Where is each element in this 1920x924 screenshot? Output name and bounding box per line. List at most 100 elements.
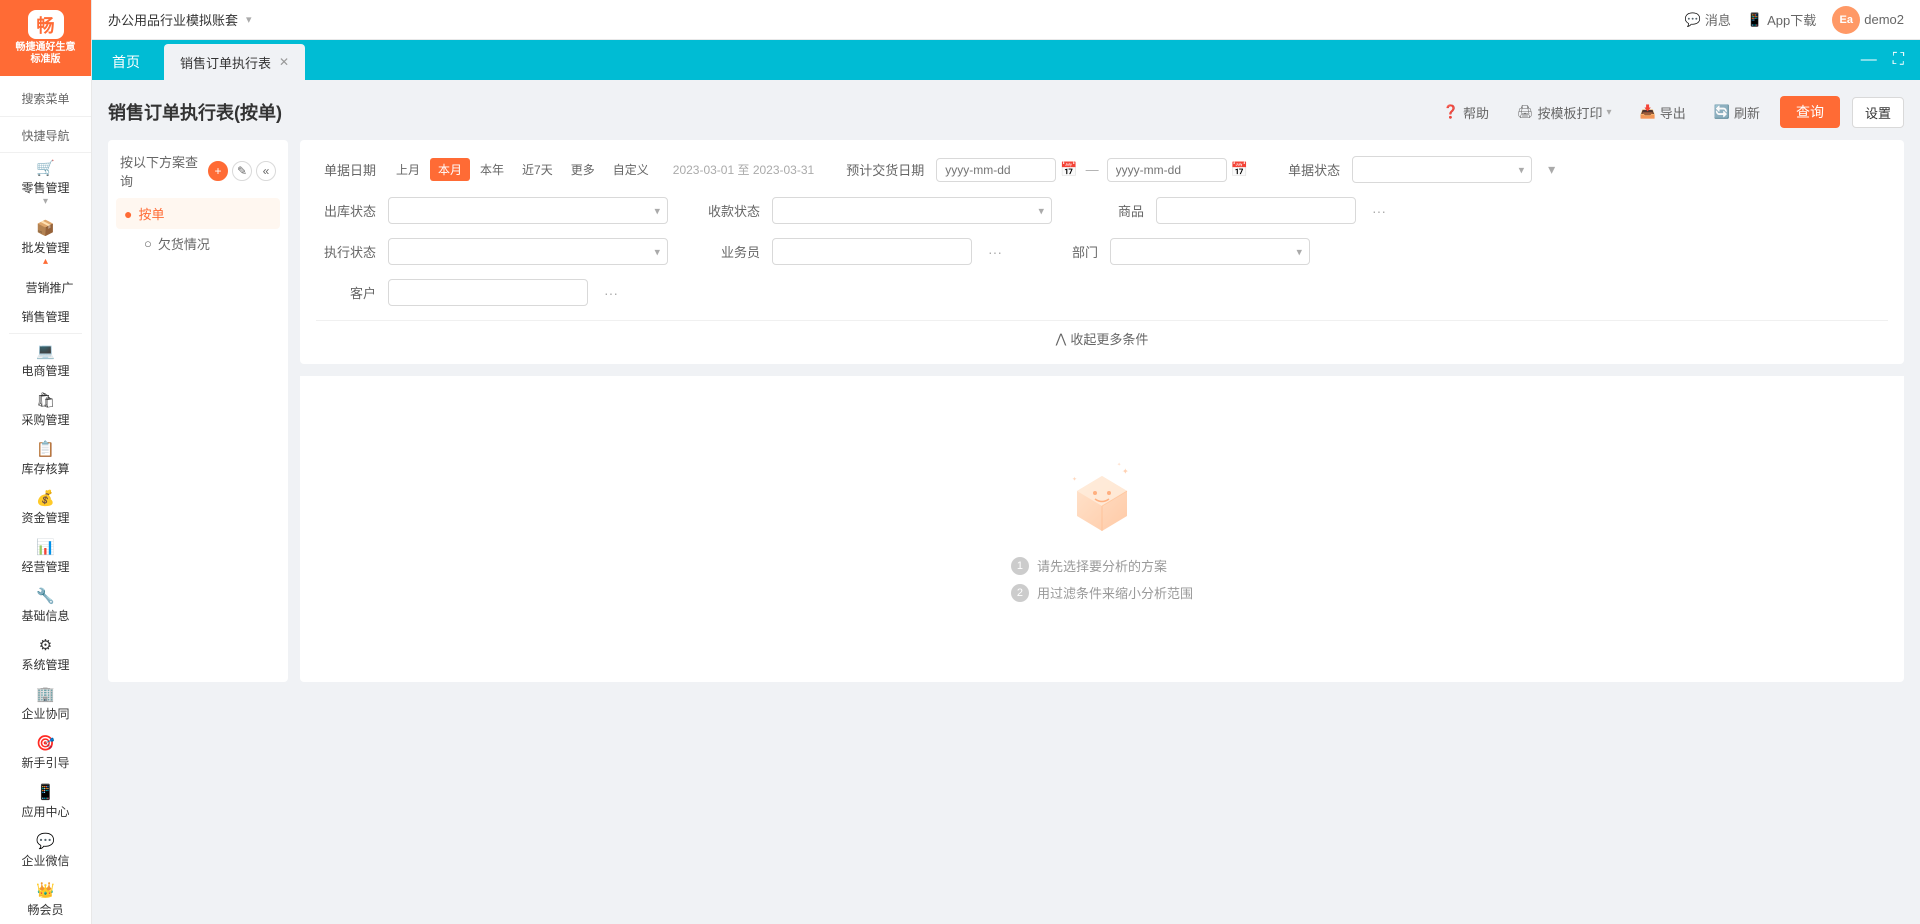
scheme-add-btn[interactable]: + bbox=[208, 161, 228, 181]
sidebar-item-wholesale[interactable]: 📦 批发管理 ▴ bbox=[0, 213, 91, 273]
sidebar-item-business[interactable]: 📊 经营管理 bbox=[0, 532, 91, 581]
collapse-btn[interactable]: ⋀ 收起更多条件 bbox=[316, 320, 1888, 348]
divider1 bbox=[9, 333, 82, 334]
wholesale-icon: 📦 bbox=[36, 219, 55, 237]
scheme-item-by-order[interactable]: ● 按单 bbox=[116, 198, 280, 229]
app-center-icon: 📱 bbox=[36, 783, 55, 801]
sidebar-item-enterprise[interactable]: 🏢 企业协同 bbox=[0, 679, 91, 728]
purchase-label: 采购管理 bbox=[21, 411, 69, 428]
refresh-label: 刷新 bbox=[1734, 103, 1760, 122]
date-tag-custom[interactable]: 自定义 bbox=[605, 158, 657, 181]
tip-text-1: 请先选择要分析的方案 bbox=[1037, 556, 1167, 575]
wholesale-label: 批发管理 bbox=[21, 239, 69, 256]
scheme-panel: 按以下方案查询 + ✎ « ● 按单 ○ 欠货情况 bbox=[108, 140, 288, 682]
salesman-input[interactable] bbox=[772, 238, 972, 265]
calendar-from-icon[interactable]: 📅 bbox=[1060, 161, 1077, 178]
topbar-dropdown-icon[interactable]: ▾ bbox=[246, 13, 252, 26]
out-status-select[interactable] bbox=[388, 197, 668, 224]
scheme-header: 按以下方案查询 + ✎ « bbox=[116, 152, 280, 190]
exec-status-select[interactable] bbox=[388, 238, 668, 265]
user-avatar: Ea bbox=[1832, 6, 1860, 34]
date-tag-this-year[interactable]: 本年 bbox=[472, 158, 512, 181]
app-download-btn[interactable]: 📱 App下载 bbox=[1747, 10, 1816, 29]
sidebar-item-inventory[interactable]: 📋 库存核算 bbox=[0, 434, 91, 483]
calendar-to-icon[interactable]: 📅 bbox=[1231, 161, 1248, 178]
filter-row-2: 出库状态 收款状态 商品 bbox=[316, 197, 1888, 224]
sidebar-item-finance[interactable]: 💰 资金管理 bbox=[0, 483, 91, 532]
sidebar-item-sales[interactable]: 销售管理 bbox=[0, 302, 91, 331]
member-icon: 👑 bbox=[36, 881, 55, 899]
sidebar-item-basic[interactable]: 🔧 基础信息 bbox=[0, 581, 91, 630]
app-center-label: 应用中心 bbox=[21, 803, 69, 820]
refresh-btn[interactable]: 🔄 刷新 bbox=[1706, 99, 1768, 126]
empty-tip-2: 2 用过滤条件来缩小分析范围 bbox=[1011, 583, 1193, 602]
page-actions: ❓ 帮助 🖨 按模板打印 ▾ 📥 导出 🔄 刷新 查询 bbox=[1435, 96, 1904, 128]
sidebar-item-member[interactable]: 👑 畅会员 bbox=[0, 875, 91, 924]
settings-btn[interactable]: 设置 bbox=[1852, 97, 1904, 128]
customer-input[interactable] bbox=[388, 279, 588, 306]
message-btn[interactable]: 💬 消息 bbox=[1685, 10, 1731, 29]
tab-maximize-btn[interactable]: ⛶ bbox=[1889, 47, 1908, 73]
enterprise-icon: 🏢 bbox=[36, 685, 55, 703]
customer-dots[interactable]: ··· bbox=[600, 283, 622, 303]
product-input[interactable] bbox=[1156, 197, 1356, 224]
scheme-sub-owe-goods[interactable]: ○ 欠货情况 bbox=[116, 229, 280, 258]
ecommerce-icon: 💻 bbox=[36, 342, 55, 360]
tab-minimize-btn[interactable]: — bbox=[1857, 47, 1881, 73]
page-title-bar: 销售订单执行表(按单) ❓ 帮助 🖨 按模板打印 ▾ 📥 导出 🔄 刷新 bbox=[108, 96, 1904, 128]
system-icon: ⚙ bbox=[39, 636, 52, 654]
single-status-select[interactable] bbox=[1352, 156, 1532, 183]
print-dropdown-icon: ▾ bbox=[1607, 107, 1612, 118]
receipt-status-select[interactable] bbox=[772, 197, 1052, 224]
salesman-dots[interactable]: ··· bbox=[984, 242, 1006, 262]
scheme-collapse-btn[interactable]: « bbox=[256, 161, 276, 181]
expected-date-to[interactable] bbox=[1107, 158, 1227, 182]
tabbar: 首页 销售订单执行表 ✕ — ⛶ bbox=[92, 40, 1920, 80]
scheme-item-icon-order: ● bbox=[124, 206, 132, 222]
collapse-arrow-icon: ⋀ bbox=[1056, 331, 1067, 347]
app-logo: 畅 畅捷通好生意 标准版 bbox=[0, 0, 91, 76]
app-download-icon: 📱 bbox=[1747, 12, 1763, 28]
sidebar-item-ecommerce[interactable]: 💻 电商管理 bbox=[0, 336, 91, 385]
print-icon: 🖨 bbox=[1517, 104, 1534, 120]
department-select-wrap bbox=[1110, 238, 1310, 265]
date-tag-more[interactable]: 更多 bbox=[563, 158, 603, 181]
empty-illustration: ✦ ✦ ✦ bbox=[1062, 456, 1142, 536]
help-btn[interactable]: ❓ 帮助 bbox=[1435, 99, 1497, 126]
quick-nav-label[interactable]: 快捷导航 bbox=[0, 123, 91, 148]
export-label: 导出 bbox=[1660, 103, 1686, 122]
newbie-icon: 🎯 bbox=[36, 734, 55, 752]
sidebar-item-purchase[interactable]: 🛍 采购管理 bbox=[0, 385, 91, 434]
inventory-label: 库存核算 bbox=[21, 460, 69, 477]
date-tag-this-month[interactable]: 本月 bbox=[430, 158, 470, 181]
scheme-edit-btn[interactable]: ✎ bbox=[232, 161, 252, 181]
tab-close-icon[interactable]: ✕ bbox=[279, 55, 289, 69]
product-dots[interactable]: ··· bbox=[1368, 201, 1390, 221]
tab-order-exec[interactable]: 销售订单执行表 ✕ bbox=[164, 44, 305, 80]
date-tag-last-month[interactable]: 上月 bbox=[388, 158, 428, 181]
single-status-dots[interactable]: ▾ bbox=[1544, 159, 1559, 180]
sidebar-item-app-center[interactable]: 📱 应用中心 bbox=[0, 777, 91, 826]
sidebar-item-system[interactable]: ⚙ 系统管理 bbox=[0, 630, 91, 679]
department-select[interactable] bbox=[1110, 238, 1310, 265]
enterprise-label: 企业协同 bbox=[21, 705, 69, 722]
date-tag-last7[interactable]: 近7天 bbox=[514, 158, 561, 181]
svg-text:✦: ✦ bbox=[1072, 476, 1077, 483]
sidebar-item-wechat[interactable]: 💬 企业微信 bbox=[0, 826, 91, 875]
scheme-actions: + ✎ « bbox=[208, 161, 276, 181]
expected-date-from[interactable] bbox=[936, 158, 1056, 182]
sidebar-item-newbie[interactable]: 🎯 新手引导 bbox=[0, 728, 91, 777]
sidebar-item-retail[interactable]: 🛒 零售管理 ▾ bbox=[0, 153, 91, 213]
single-status-select-wrap bbox=[1352, 156, 1532, 183]
filter-table-right: 单据日期 上月 本月 本年 近7天 更多 自定义 2023-03-01 至 20… bbox=[300, 140, 1904, 682]
tab-order-exec-label: 销售订单执行表 bbox=[180, 53, 271, 72]
tab-home[interactable]: 首页 bbox=[92, 44, 160, 80]
receipt-status-label: 收款状态 bbox=[700, 201, 760, 220]
search-menu-label[interactable]: 搜索菜单 bbox=[8, 86, 83, 111]
sidebar-item-marketing[interactable]: 营销推广 bbox=[0, 273, 91, 302]
user-profile[interactable]: Ea demo2 bbox=[1832, 6, 1904, 34]
export-btn[interactable]: 📥 导出 bbox=[1632, 99, 1694, 126]
svg-text:✦: ✦ bbox=[1122, 467, 1129, 476]
print-btn[interactable]: 🖨 按模板打印 ▾ bbox=[1509, 99, 1620, 126]
query-btn[interactable]: 查询 bbox=[1780, 96, 1840, 128]
